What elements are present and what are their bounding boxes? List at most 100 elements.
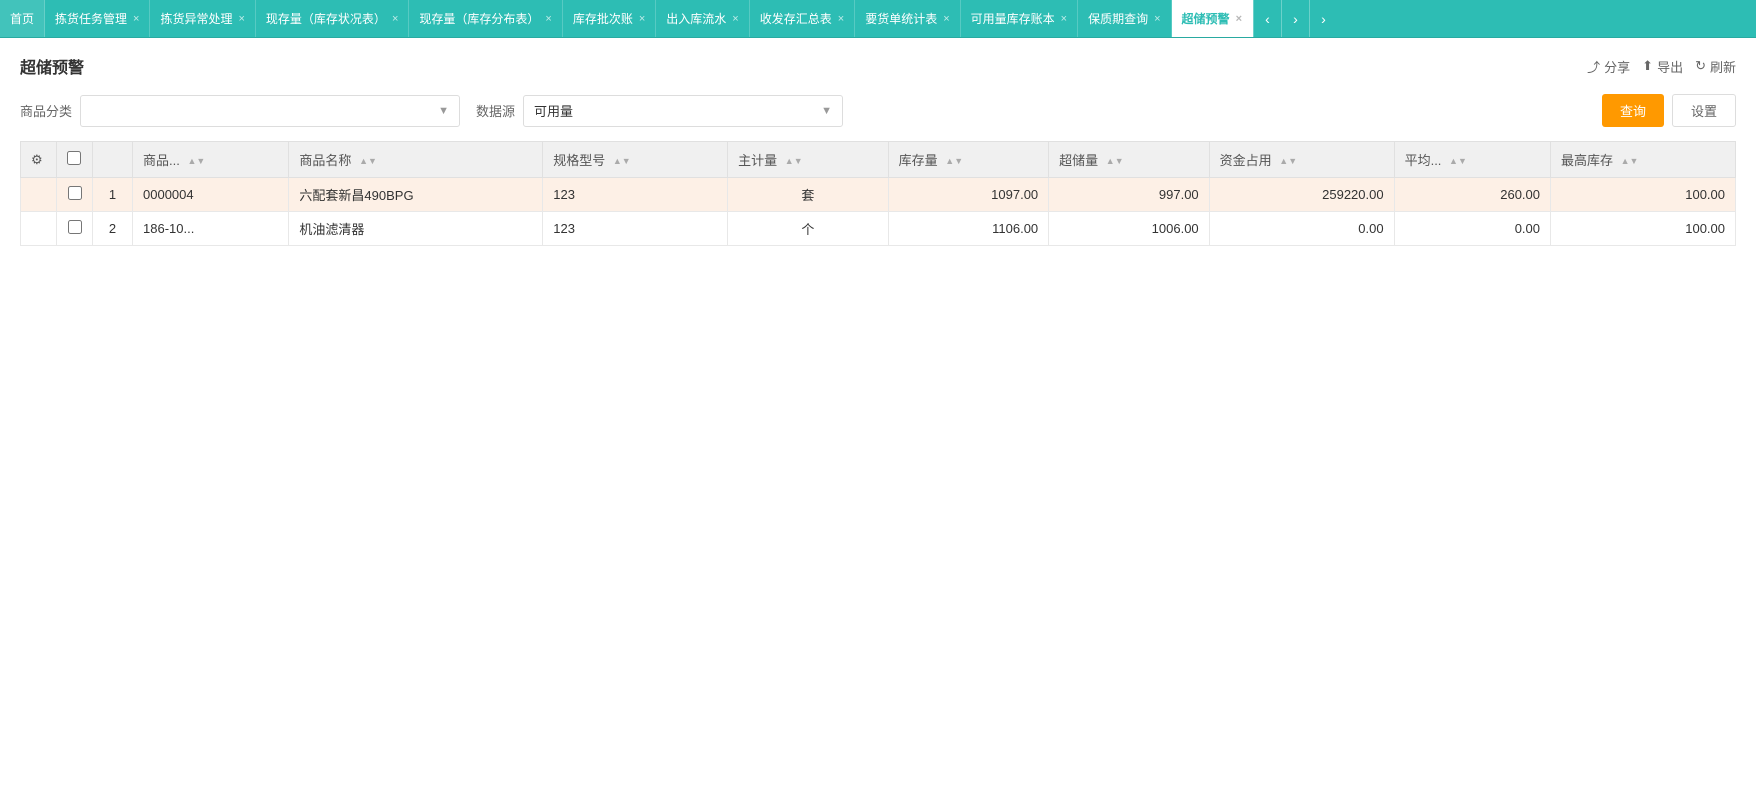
cell-num: 2 [93,212,133,246]
main-content: 超储预警 ⤴ 分享 ⬆ 导出 ↻ 刷新 商品分类 ▼ 数据源 [0,38,1756,800]
select-all-checkbox[interactable] [67,151,81,165]
nav-tab-6[interactable]: 出入库流水 × [656,0,749,38]
nav-tab-active[interactable]: 超储预警 × [1172,0,1253,38]
cell-overstock: 1006.00 [1049,212,1210,246]
table-row: 2186-10...机油滤清器123个1106.001006.000.000.0… [21,212,1736,246]
category-select[interactable]: ▼ [80,95,460,127]
datasource-select[interactable]: 可用量 ▼ [523,95,843,127]
nav-tab-9-close[interactable]: × [1061,13,1067,25]
cell-avg: 0.00 [1394,212,1550,246]
nav-tab-7[interactable]: 收发存汇总表 × [750,0,855,38]
th-product-name[interactable]: 商品名称 ▲▼ [289,142,543,178]
th-overstock-label: 超储量 [1059,153,1098,168]
nav-tab-5-close[interactable]: × [639,13,645,25]
top-navigation: 首页 拣货任务管理 × 拣货异常处理 × 现存量（库存状况表） × 现存量（库存… [0,0,1756,38]
page-title: 超储预警 [20,54,84,78]
nav-tab-4-close[interactable]: × [545,13,551,25]
sort-icon-overstock: ▲▼ [1106,157,1124,166]
nav-tab-4-label: 现存量（库存分布表） [419,10,539,27]
nav-tab-8[interactable]: 要货单统计表 × [855,0,960,38]
nav-tab-10-close[interactable]: × [1154,13,1160,25]
nav-tab-3-close[interactable]: × [392,13,398,25]
cell-unit: 套 [728,178,889,212]
nav-arrow-right[interactable]: › [1281,0,1309,38]
nav-tab-1[interactable]: 拣货任务管理 × [45,0,150,38]
nav-tab-2[interactable]: 拣货异常处理 × [150,0,255,38]
nav-tab-1-close[interactable]: × [133,13,139,25]
th-unit-label: 主计量 [738,153,777,168]
cell-spec: 123 [543,212,728,246]
settings-button[interactable]: 设置 [1672,94,1736,127]
sort-icon-max-stock: ▲▼ [1621,157,1639,166]
nav-tab-7-close[interactable]: × [838,13,844,25]
nav-tab-9[interactable]: 可用量库存账本 × [961,0,1078,38]
th-capital[interactable]: 资金占用 ▲▼ [1209,142,1394,178]
cell-settings [21,212,57,246]
th-settings: ⚙ [21,142,57,178]
cell-max-stock: 100.00 [1551,212,1736,246]
nav-tab-5-label: 库存批次账 [573,10,633,27]
th-avg[interactable]: 平均... ▲▼ [1394,142,1550,178]
column-settings-icon[interactable]: ⚙ [31,152,43,167]
cell-max-stock: 100.00 [1551,178,1736,212]
nav-tab-active-close[interactable]: × [1236,13,1242,25]
share-label: 分享 [1604,57,1630,76]
cell-product-code: 0000004 [133,178,289,212]
export-label: 导出 [1657,57,1683,76]
query-button[interactable]: 查询 [1602,94,1664,127]
cell-product-code: 186-10... [133,212,289,246]
nav-arrow-more[interactable]: › [1309,0,1337,38]
cell-capital: 259220.00 [1209,178,1394,212]
datasource-label: 数据源 [476,101,515,120]
category-filter: 商品分类 ▼ [20,95,460,127]
data-table: ⚙ 商品... ▲▼ 商品名称 ▲▼ 规格型号 ▲▼ [20,141,1736,246]
th-unit[interactable]: 主计量 ▲▼ [728,142,889,178]
th-product-code-label: 商品... [143,153,180,168]
nav-tab-5[interactable]: 库存批次账 × [563,0,656,38]
cell-overstock: 997.00 [1049,178,1210,212]
th-stock[interactable]: 库存量 ▲▼ [888,142,1049,178]
page-header: 超储预警 ⤴ 分享 ⬆ 导出 ↻ 刷新 [20,54,1736,78]
nav-tab-4[interactable]: 现存量（库存分布表） × [409,0,562,38]
datasource-value: 可用量 [534,101,573,120]
th-max-stock[interactable]: 最高库存 ▲▼ [1551,142,1736,178]
nav-tab-2-close[interactable]: × [238,13,244,25]
cell-avg: 260.00 [1394,178,1550,212]
nav-tab-6-label: 出入库流水 [666,10,726,27]
th-product-code[interactable]: 商品... ▲▼ [133,142,289,178]
category-chevron-icon: ▼ [438,105,449,117]
sort-icon-stock: ▲▼ [945,157,963,166]
refresh-icon: ↻ [1695,58,1706,74]
row-checkbox[interactable] [68,220,82,234]
datasource-chevron-icon: ▼ [821,105,832,117]
th-product-name-label: 商品名称 [299,153,351,168]
nav-tab-home-label: 首页 [10,10,34,27]
nav-tab-8-label: 要货单统计表 [865,10,937,27]
cell-capital: 0.00 [1209,212,1394,246]
nav-tab-3[interactable]: 现存量（库存状况表） × [256,0,409,38]
th-spec[interactable]: 规格型号 ▲▼ [543,142,728,178]
nav-tab-10-label: 保质期查询 [1088,10,1148,27]
row-checkbox[interactable] [68,186,82,200]
nav-arrow-left[interactable]: ‹ [1253,0,1281,38]
cell-settings [21,178,57,212]
nav-tab-9-label: 可用量库存账本 [971,10,1055,27]
sort-icon-spec: ▲▼ [613,157,631,166]
nav-tab-10[interactable]: 保质期查询 × [1078,0,1171,38]
share-button[interactable]: ⤴ 分享 [1587,57,1630,76]
sort-icon-capital: ▲▼ [1279,157,1297,166]
cell-unit: 个 [728,212,889,246]
nav-tab-home[interactable]: 首页 [0,0,45,38]
export-button[interactable]: ⬆ 导出 [1642,57,1683,76]
th-overstock[interactable]: 超储量 ▲▼ [1049,142,1210,178]
cell-stock: 1097.00 [888,178,1049,212]
refresh-button[interactable]: ↻ 刷新 [1695,57,1736,76]
share-icon: ⤴ [1587,57,1600,76]
nav-tab-6-close[interactable]: × [732,13,738,25]
nav-tab-8-close[interactable]: × [943,13,949,25]
category-label: 商品分类 [20,101,72,120]
filter-row: 商品分类 ▼ 数据源 可用量 ▼ 查询 设置 [20,94,1736,127]
th-capital-label: 资金占用 [1220,153,1272,168]
nav-tab-2-label: 拣货异常处理 [160,10,232,27]
th-avg-label: 平均... [1405,153,1442,168]
